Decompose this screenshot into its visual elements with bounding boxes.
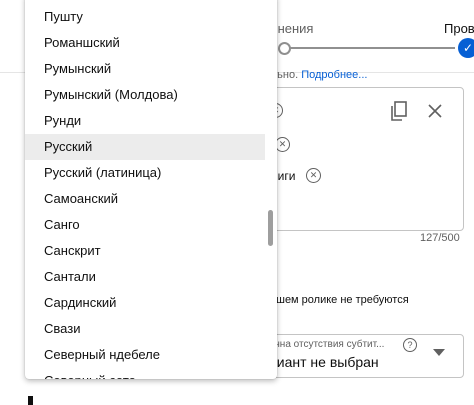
step-label-check[interactable]: Прове: [444, 21, 474, 36]
no-subtitles-needed-text: ашем ролике не требуются: [270, 294, 409, 306]
language-option[interactable]: Румынский (Молдова): [25, 82, 265, 108]
reason-select[interactable]: ична отсутствия субтит... ? риант не выб…: [250, 334, 464, 378]
language-option[interactable]: Сантали: [25, 264, 265, 290]
language-dropdown-menu[interactable]: Пушту Романшский Румынский Румынский (Мо…: [25, 0, 277, 379]
reason-select-label: ична отсутствия субтит...: [269, 339, 385, 350]
language-option[interactable]: Санскрит: [25, 238, 265, 264]
reason-select-value: риант не выбран: [269, 354, 379, 370]
language-option[interactable]: Самоанский: [25, 186, 265, 212]
tags-field[interactable]: ✕ ✕ ниги ✕: [252, 87, 464, 231]
learn-more-link[interactable]: Подробнее...: [301, 69, 367, 81]
language-option[interactable]: Русский (латиница): [25, 160, 265, 186]
dropdown-arrow-icon: [433, 349, 445, 356]
step-dot: [278, 42, 291, 55]
language-option[interactable]: Румынский: [25, 56, 265, 82]
language-option[interactable]: Свази: [25, 316, 265, 342]
language-option[interactable]: Рунди: [25, 108, 265, 134]
language-option[interactable]: Романшский: [25, 30, 265, 56]
char-counter: 127/500: [420, 232, 460, 244]
stepper-track: [283, 47, 455, 49]
step-done-check-icon: ✓: [458, 38, 474, 58]
language-option[interactable]: Северный сото: [25, 368, 265, 379]
language-option-selected[interactable]: Русский: [25, 134, 265, 160]
chip-remove-icon[interactable]: ✕: [306, 168, 321, 183]
language-option[interactable]: Санго: [25, 212, 265, 238]
help-icon[interactable]: ?: [403, 338, 417, 352]
copy-icon[interactable]: [387, 99, 411, 123]
hint-text: ельно. Подробнее...: [265, 69, 367, 81]
language-option[interactable]: Пушту: [25, 4, 265, 30]
chip-remove-icon[interactable]: ✕: [275, 137, 290, 152]
dropdown-scrollbar[interactable]: [268, 210, 273, 246]
page-edge-marker: [28, 396, 33, 405]
language-option[interactable]: Сардинский: [25, 290, 265, 316]
close-icon[interactable]: [423, 99, 447, 123]
language-option[interactable]: Северный ндебеле: [25, 342, 265, 368]
